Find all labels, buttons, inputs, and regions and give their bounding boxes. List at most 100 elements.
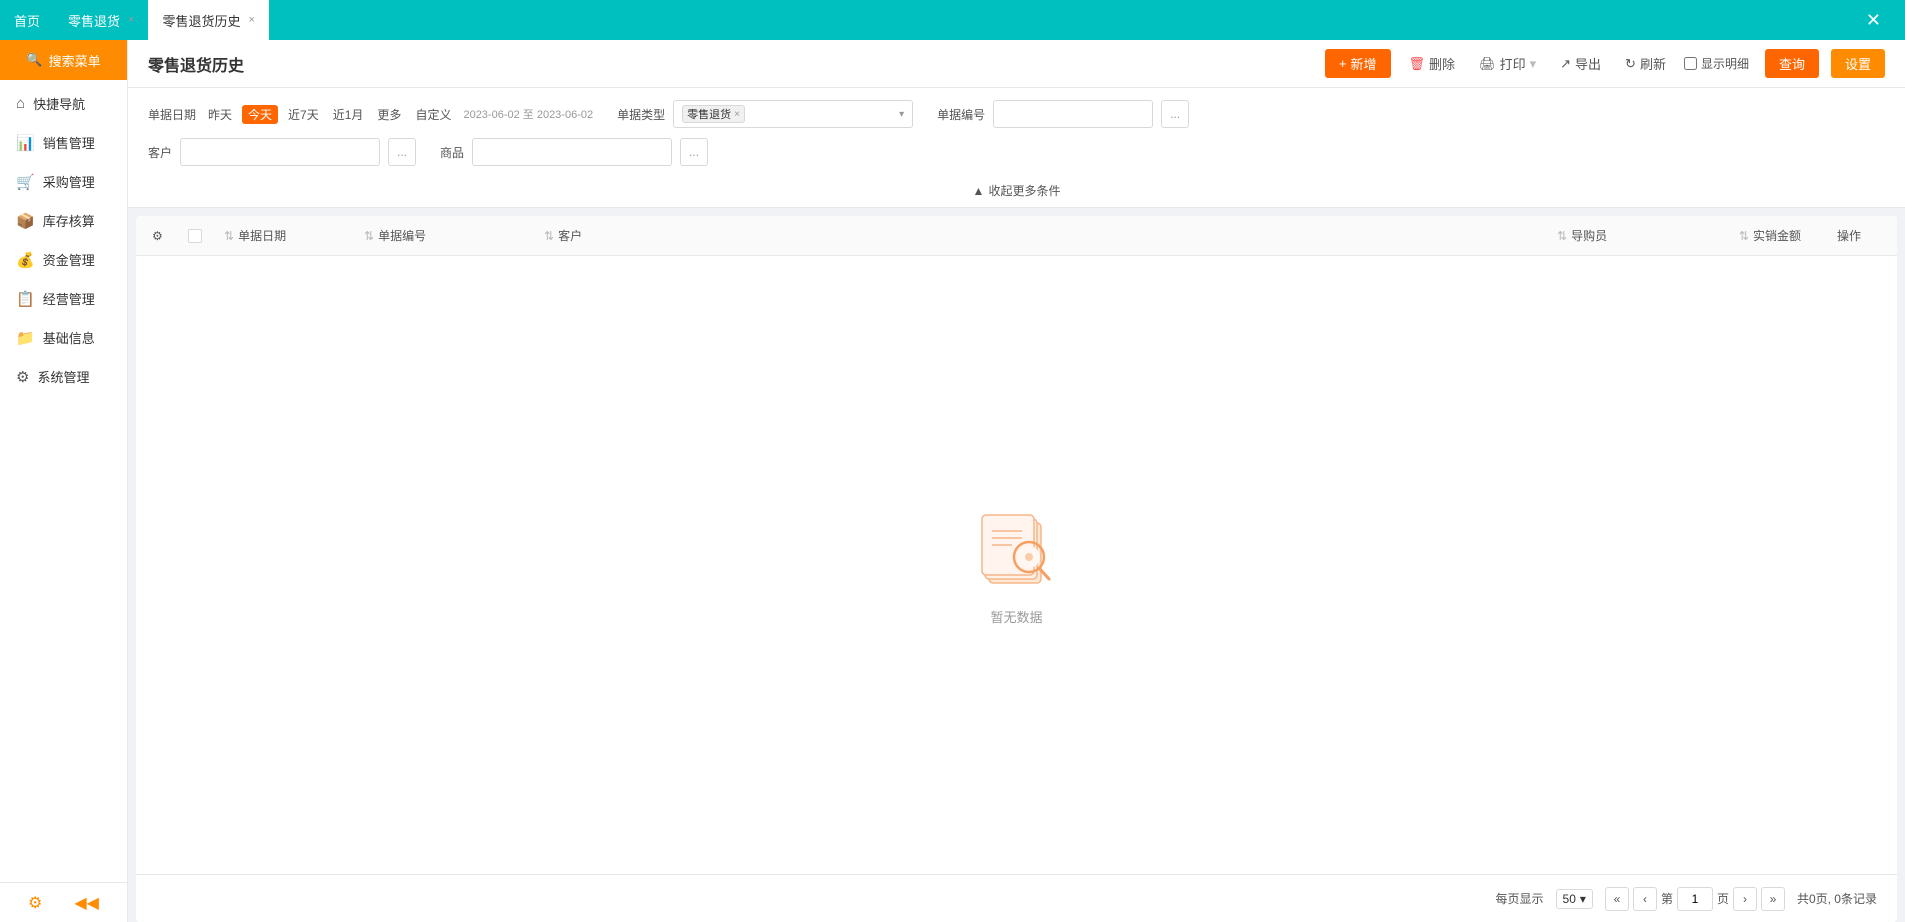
tab-retail-return-history[interactable]: 零售退货历史 × [148, 0, 268, 40]
export-button[interactable]: ↗ 导出 [1554, 50, 1607, 77]
filter-doc-type-tag: 零售退货 × [682, 105, 745, 123]
tab-retail-return[interactable]: 零售退货 × [54, 0, 148, 40]
export-label: 导出 [1575, 54, 1601, 73]
sidebar-item-basic[interactable]: 📁 基础信息 [0, 318, 127, 357]
filter-doc-no-label: 单据编号 [937, 106, 985, 123]
filter-goods-input[interactable] [472, 138, 672, 166]
tab-retail-return-history-close[interactable]: × [248, 14, 254, 26]
table-header: ⚙ ⇅ 单据日期 ⇅ 单据编号 ⇅ 客户 ⇅ [136, 216, 1897, 256]
sidebar-item-quick-nav[interactable]: ⌂ 快捷导航 [0, 84, 127, 123]
page-size-value: 50 [1563, 892, 1576, 906]
tab-home-label: 首页 [14, 11, 40, 30]
th-amount-sort-icon[interactable]: ⇅ [1739, 229, 1749, 243]
sidebar-footer: ⚙ ◀◀ [0, 882, 127, 922]
th-ops: 操作 [1809, 227, 1889, 244]
th-checkbox [180, 229, 216, 243]
filter-row-1: 单据日期 昨天 今天 近7天 近1月 更多 自定义 2023-06-02 至 2… [148, 100, 1885, 128]
print-button[interactable]: 🖨 打印 ▾ [1473, 50, 1542, 77]
filter-goods-item: 商品 ... [440, 138, 708, 166]
print-arrow-icon: ▾ [1530, 56, 1537, 72]
sidebar-item-label: 销售管理 [43, 133, 95, 152]
th-docno-sort-icon[interactable]: ⇅ [364, 229, 374, 243]
th-date-label: 单据日期 [238, 227, 286, 244]
first-page-button[interactable]: « [1605, 887, 1629, 911]
filter-goods-dots[interactable]: ... [680, 138, 708, 166]
add-label: 新增 [1351, 54, 1377, 73]
date-custom[interactable]: 自定义 [411, 105, 455, 124]
filter-area: 单据日期 昨天 今天 近7天 近1月 更多 自定义 2023-06-02 至 2… [128, 88, 1905, 208]
delete-button[interactable]: 🗑 删除 [1403, 50, 1462, 77]
tab-home[interactable]: 首页 [0, 0, 54, 40]
sidebar-item-management[interactable]: 📋 经营管理 [0, 279, 127, 318]
sidebar-settings-icon[interactable]: ⚙ [28, 893, 42, 913]
next-page-button[interactable]: › [1733, 887, 1757, 911]
sidebar-item-sales[interactable]: 📊 销售管理 [0, 123, 127, 162]
main-layout: 🔍 搜索菜单 ⌂ 快捷导航 📊 销售管理 🛒 采购管理 📦 库存核算 💰 [0, 40, 1905, 922]
show-detail-checkbox[interactable] [1684, 57, 1697, 70]
tab-list: 首页 零售退货 × 零售退货历史 × [0, 0, 1858, 40]
last-page-button[interactable]: » [1761, 887, 1785, 911]
th-customer-sort-icon[interactable]: ⇅ [544, 229, 554, 243]
filter-doc-no-dots[interactable]: ... [1161, 100, 1189, 128]
date-yesterday[interactable]: 昨天 [204, 105, 236, 124]
sidebar-item-finance[interactable]: 💰 资金管理 [0, 240, 127, 279]
prev-page-button[interactable]: ‹ [1633, 887, 1657, 911]
query-button[interactable]: 查询 [1765, 49, 1819, 78]
th-settings[interactable]: ⚙ [144, 229, 180, 243]
system-icon: ⚙ [16, 368, 29, 386]
refresh-icon: ↻ [1625, 56, 1636, 72]
top-bar-right: ✕ [1858, 10, 1905, 31]
add-button[interactable]: + 新增 [1325, 49, 1391, 78]
sidebar-item-purchase[interactable]: 🛒 采购管理 [0, 162, 127, 201]
filter-date-label: 单据日期 [148, 106, 196, 123]
sidebar-sound-icon[interactable]: ◀◀ [74, 893, 99, 913]
th-customer-label: 客户 [558, 227, 582, 244]
sidebar-search[interactable]: 🔍 搜索菜单 [0, 40, 127, 80]
filter-customer-dots[interactable]: ... [388, 138, 416, 166]
page-input[interactable] [1677, 887, 1713, 911]
add-icon: + [1339, 56, 1347, 71]
filter-customer-input[interactable] [180, 138, 380, 166]
sidebar-item-label: 经营管理 [43, 289, 95, 308]
show-detail-label: 显示明细 [1701, 55, 1749, 72]
table-select-all-checkbox[interactable] [188, 229, 202, 243]
search-icon: 🔍 [26, 52, 42, 68]
query-label: 查询 [1779, 54, 1805, 73]
collapse-up-icon: ▲ [973, 184, 985, 198]
sidebar-item-inventory[interactable]: 📦 库存核算 [0, 201, 127, 240]
filter-doc-no-input[interactable] [993, 100, 1153, 128]
finance-icon: 💰 [16, 251, 35, 269]
date-more[interactable]: 更多 [373, 105, 405, 124]
filter-doc-type-select[interactable]: 零售退货 × [673, 100, 913, 128]
tab-retail-return-close[interactable]: × [128, 14, 134, 26]
table-settings-icon[interactable]: ⚙ [152, 229, 163, 243]
refresh-label: 刷新 [1640, 54, 1666, 73]
date-range-display: 2023-06-02 至 2023-06-02 [463, 106, 593, 122]
refresh-button[interactable]: ↻ 刷新 [1619, 50, 1672, 77]
sidebar-item-label: 资金管理 [43, 250, 95, 269]
total-info: 共0页, 0条记录 [1797, 890, 1877, 907]
th-date-sort-icon[interactable]: ⇅ [224, 229, 234, 243]
delete-icon: 🗑 [1409, 56, 1426, 72]
show-detail-container: 显示明细 [1684, 55, 1749, 72]
page-size-select[interactable]: 50 ▾ [1556, 889, 1593, 909]
sidebar: 🔍 搜索菜单 ⌂ 快捷导航 📊 销售管理 🛒 采购管理 📦 库存核算 💰 [0, 40, 128, 922]
filter-collapse-btn[interactable]: ▲ 收起更多条件 [148, 176, 1885, 207]
date-today[interactable]: 今天 [242, 105, 278, 124]
date-1month[interactable]: 近1月 [329, 105, 368, 124]
sidebar-item-system[interactable]: ⚙ 系统管理 [0, 357, 127, 396]
content-area: 零售退货历史 + 新增 🗑 删除 🖨 打印 ▾ ↗ 导出 [128, 40, 1905, 922]
filter-doc-type-remove[interactable]: × [734, 109, 740, 120]
purchase-icon: 🛒 [16, 173, 35, 191]
th-date: ⇅ 单据日期 [216, 227, 356, 244]
export-icon: ↗ [1560, 56, 1571, 72]
setting-button[interactable]: 设置 [1831, 49, 1885, 78]
page-unit: 页 [1717, 890, 1729, 907]
th-guide-sort-icon[interactable]: ⇅ [1557, 229, 1567, 243]
window-close-button[interactable]: ✕ [1858, 10, 1889, 31]
date-7days[interactable]: 近7天 [284, 105, 323, 124]
page-title: 零售退货历史 [148, 52, 244, 76]
basic-icon: 📁 [16, 329, 35, 347]
th-guide-label: 导购员 [1571, 227, 1607, 244]
toolbar: + 新增 🗑 删除 🖨 打印 ▾ ↗ 导出 ↻ 刷新 [1325, 49, 1885, 78]
